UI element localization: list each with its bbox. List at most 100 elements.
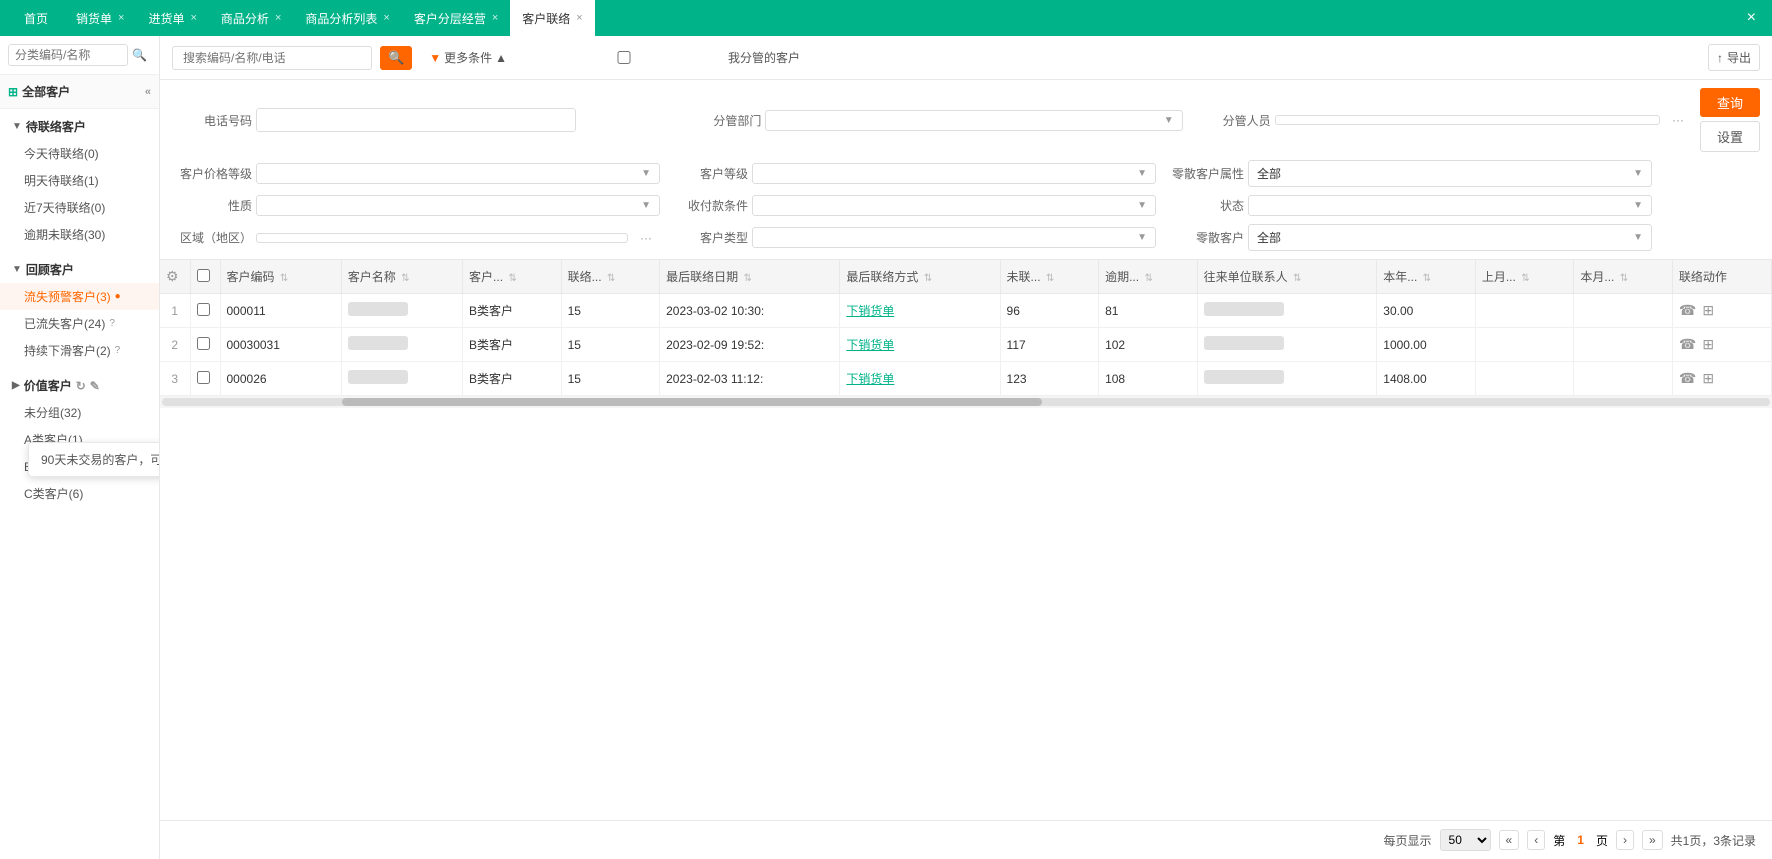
group-value-title[interactable]: ▶ 价值客户 ↻ ✎ xyxy=(0,372,159,399)
more-action-icon-2[interactable]: ⊞ xyxy=(1702,336,1714,353)
row-checkbox-2[interactable] xyxy=(197,337,210,350)
phone-action-icon-3[interactable]: ☎ xyxy=(1679,370,1696,387)
nav-tab-purchase[interactable]: 进货单 × xyxy=(136,0,208,36)
group-pending-contact-title[interactable]: ▼ 待联络客户 xyxy=(0,113,159,140)
row-checkbox-1[interactable] xyxy=(197,303,210,316)
nav-tab-customer-layer[interactable]: 客户分层经营 × xyxy=(402,0,510,36)
sidebar-item-7days[interactable]: 近7天待联络(0) xyxy=(0,194,159,221)
arrow-down-icon2: ▼ xyxy=(12,264,22,275)
scrollbar-thumb[interactable] xyxy=(342,398,1042,406)
sort-icon-overdue[interactable]: ⇅ xyxy=(1144,273,1152,284)
region-select[interactable] xyxy=(256,233,628,243)
nav-tab-home[interactable]: 首页 xyxy=(8,0,64,36)
horizontal-scrollbar[interactable] xyxy=(160,396,1772,408)
person-label: 分管人员 xyxy=(1191,112,1271,129)
last-method-link-3[interactable]: 下销货单 xyxy=(846,372,894,386)
sidebar-item-today[interactable]: 今天待联络(0) xyxy=(0,140,159,167)
my-customers-checkbox-label[interactable]: 我分管的客户 xyxy=(524,49,800,66)
sidebar-search-input[interactable] xyxy=(8,44,128,66)
customer-type-select[interactable]: ▼ xyxy=(752,227,1156,248)
per-page-select[interactable]: 50 100 200 xyxy=(1440,829,1491,851)
search-bar: 🔍 ▼ 更多条件 ▲ 我分管的客户 ↑ 导出 xyxy=(160,36,1772,80)
more-action-icon-3[interactable]: ⊞ xyxy=(1702,370,1714,387)
sort-icon-name[interactable]: ⇅ xyxy=(401,273,409,284)
person-select[interactable] xyxy=(1275,115,1660,125)
group-review-title[interactable]: ▼ 回顾客户 xyxy=(0,256,159,283)
th-last-date-label: 最后联络日期 xyxy=(666,270,738,284)
close-analysis-list-tab[interactable]: × xyxy=(383,12,389,24)
person-more-icon[interactable]: ··· xyxy=(1664,113,1692,127)
nav-tab-sales[interactable]: 销货单 × xyxy=(64,0,136,36)
my-customers-checkbox[interactable] xyxy=(524,51,724,64)
sidebar-item-ungrouped[interactable]: 未分组(32) xyxy=(0,399,159,426)
gender-select[interactable]: ▼ xyxy=(256,195,660,216)
query-button[interactable]: 查询 xyxy=(1700,88,1760,117)
search-button[interactable]: 🔍 xyxy=(380,46,412,70)
close-sales-tab[interactable]: × xyxy=(118,12,124,24)
sidebar-item-churn-warning[interactable]: 流失预警客户(3) ● xyxy=(0,283,159,310)
sidebar-item-c-class[interactable]: C类客户(6) xyxy=(0,480,159,507)
dept-select[interactable]: ▼ xyxy=(765,110,1182,131)
close-customer-layer-tab[interactable]: × xyxy=(492,12,498,24)
region-more-icon[interactable]: ··· xyxy=(632,231,660,245)
sidebar-item-churned[interactable]: 已流失客户(24) ? xyxy=(0,310,159,337)
customer-grade-select[interactable]: ▼ xyxy=(752,163,1156,184)
next-page-btn[interactable]: › xyxy=(1616,830,1634,850)
window-close-btn[interactable]: × xyxy=(1739,9,1764,27)
sidebar-item-declining[interactable]: 持续下滑客户(2) ? xyxy=(0,337,159,364)
sort-icon-method[interactable]: ⇅ xyxy=(924,273,932,284)
select-all-checkbox[interactable] xyxy=(197,269,210,282)
sort-icon-contact[interactable]: ⇅ xyxy=(607,273,615,284)
close-analysis-tab[interactable]: × xyxy=(275,12,281,24)
sort-icon-code[interactable]: ⇅ xyxy=(280,273,288,284)
customer-name-blurred-2 xyxy=(348,336,408,350)
status-select[interactable]: ▼ xyxy=(1248,195,1652,216)
phone-action-icon-2[interactable]: ☎ xyxy=(1679,336,1696,353)
payment-select[interactable]: ▼ xyxy=(752,195,1156,216)
sidebar-search-icon[interactable]: 🔍 xyxy=(132,48,147,62)
last-page-btn[interactable]: » xyxy=(1642,830,1663,850)
settings-button[interactable]: 设置 xyxy=(1700,121,1760,152)
th-this-year-label: 本年... xyxy=(1383,270,1417,284)
sidebar-item-tomorrow[interactable]: 明天待联络(1) xyxy=(0,167,159,194)
row-checkbox-3[interactable] xyxy=(197,371,210,384)
sort-icon-last-month[interactable]: ⇅ xyxy=(1521,273,1529,284)
retail-select[interactable]: 全部 ▼ xyxy=(1248,224,1652,251)
refresh-icon[interactable]: ↻ xyxy=(76,379,86,393)
column-settings-icon[interactable]: ⚙ xyxy=(166,268,179,284)
sidebar-all-customers[interactable]: ⊞ 全部客户 « xyxy=(0,75,159,109)
phone-input[interactable] xyxy=(256,108,576,132)
sort-icon-this-month[interactable]: ⇅ xyxy=(1620,273,1628,284)
phone-action-icon-1[interactable]: ☎ xyxy=(1679,302,1696,319)
export-button[interactable]: ↑ 导出 xyxy=(1708,44,1760,71)
sort-icon-type[interactable]: ⇅ xyxy=(508,273,516,284)
sort-icon-date[interactable]: ⇅ xyxy=(743,273,751,284)
sort-icon-year[interactable]: ⇅ xyxy=(1423,273,1431,284)
more-conditions-btn[interactable]: ▼ 更多条件 ▲ xyxy=(420,44,516,71)
price-grade-select[interactable]: ▼ xyxy=(256,163,660,184)
last-method-link-2[interactable]: 下销货单 xyxy=(846,338,894,352)
edit-icon[interactable]: ✎ xyxy=(90,379,100,393)
retail-label: 零散客户 xyxy=(1164,229,1244,246)
collapse-sidebar-icon[interactable]: « xyxy=(145,86,151,98)
total-pages-label: 页 xyxy=(1596,832,1608,849)
zero-attr-select[interactable]: 全部 ▼ xyxy=(1248,160,1652,187)
close-purchase-tab[interactable]: × xyxy=(190,12,196,24)
close-customer-contact-tab[interactable]: × xyxy=(576,12,582,24)
nav-tab-customer-contact[interactable]: 客户联络 × xyxy=(510,0,594,36)
status-chevron-icon: ▼ xyxy=(1633,200,1643,211)
customer-type-chevron-icon: ▼ xyxy=(1137,232,1147,243)
nav-tab-analysis-list[interactable]: 商品分析列表 × xyxy=(293,0,401,36)
more-action-icon-1[interactable]: ⊞ xyxy=(1702,302,1714,319)
sort-icon-person[interactable]: ⇅ xyxy=(1293,273,1301,284)
sidebar-item-overdue[interactable]: 逾期未联络(30) xyxy=(0,221,159,248)
search-input[interactable] xyxy=(172,46,372,70)
sort-icon-unlink[interactable]: ⇅ xyxy=(1046,273,1054,284)
nav-tab-analysis[interactable]: 商品分析 × xyxy=(209,0,293,36)
td-type-1: B类客户 xyxy=(463,294,562,328)
last-method-link-1[interactable]: 下销货单 xyxy=(846,304,894,318)
row-actions-1: ☎ ⊞ xyxy=(1679,302,1765,319)
first-page-btn[interactable]: « xyxy=(1499,830,1520,850)
th-last-method-label: 最后联络方式 xyxy=(846,270,918,284)
prev-page-btn[interactable]: ‹ xyxy=(1527,830,1545,850)
